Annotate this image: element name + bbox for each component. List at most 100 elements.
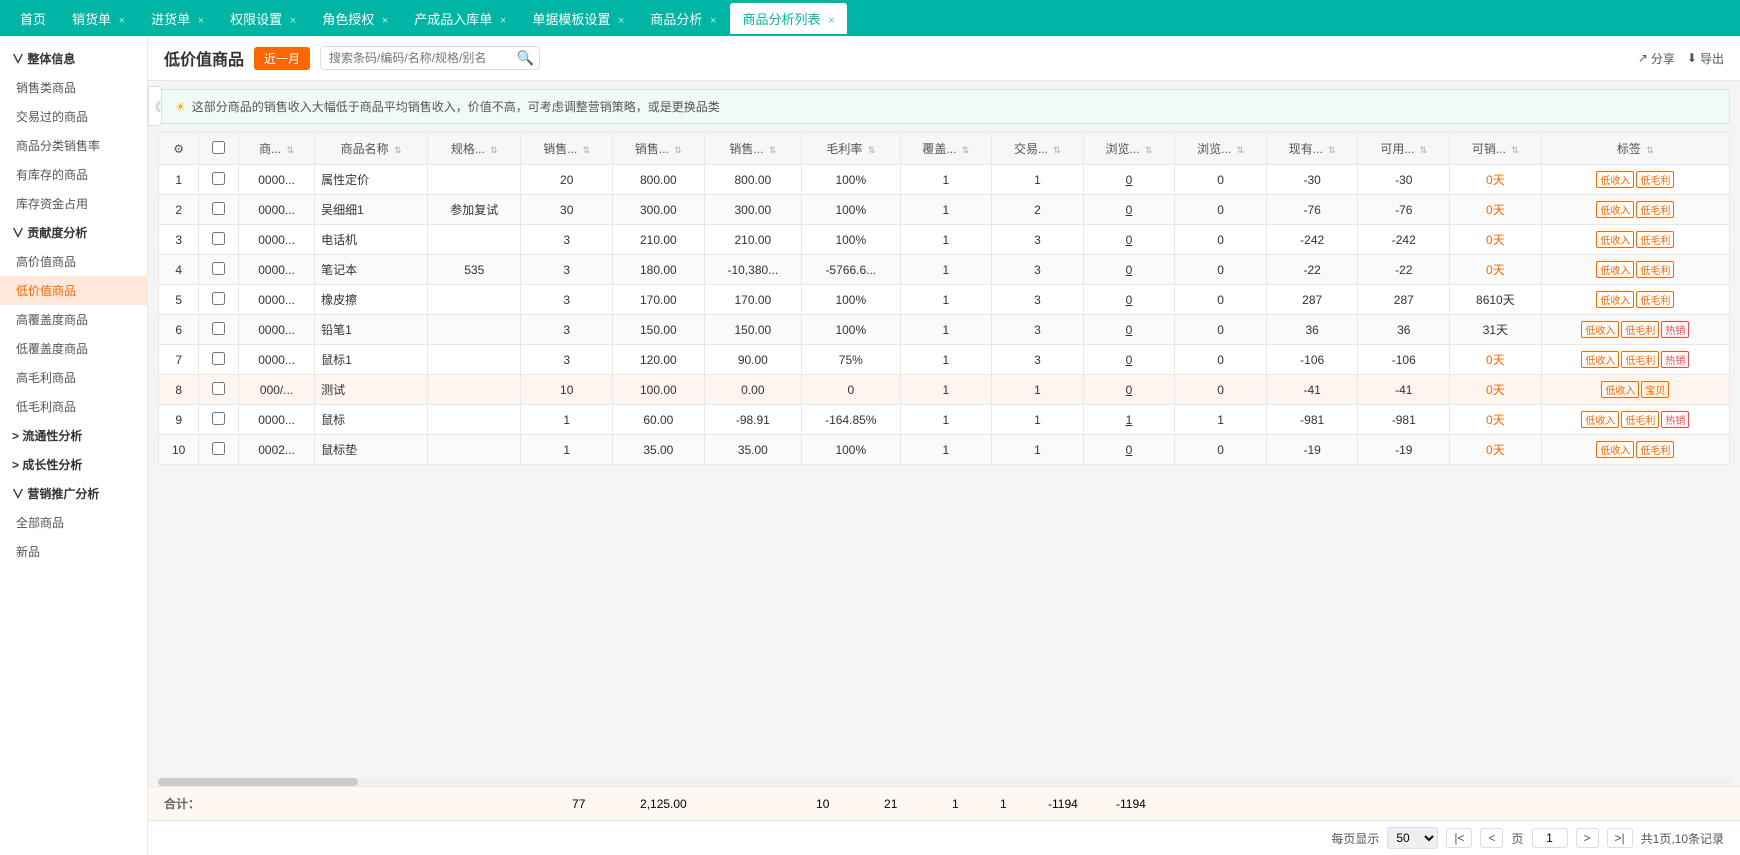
table-row: 6 0000... 铅笔1 3 150.00 150.00 100% 1 3 0… xyxy=(159,315,1730,345)
sidebar-item-inventory-capital[interactable]: 库存资金占用 xyxy=(0,189,147,218)
next-page-button[interactable]: > xyxy=(1576,828,1599,848)
row-browse1: 0 xyxy=(1083,195,1175,225)
prev-page-button[interactable]: < xyxy=(1480,828,1503,848)
col-saleable: 可销... ⇅ xyxy=(1450,133,1542,165)
row-trade: 3 xyxy=(992,255,1084,285)
row-spec: 535 xyxy=(428,255,521,285)
nav-sales-order[interactable]: 销货单 × xyxy=(60,3,137,34)
sidebar-item-high-coverage[interactable]: 高覆盖度商品 xyxy=(0,305,147,334)
row-code: 0000... xyxy=(239,285,315,315)
row-qty: 20 xyxy=(521,165,613,195)
row-browse1: 0 xyxy=(1083,165,1175,195)
sidebar-item-traded-products[interactable]: 交易过的商品 xyxy=(0,102,147,131)
row-spec: 参加复试 xyxy=(428,195,521,225)
sidebar-item-high-value[interactable]: 高价值商品 xyxy=(0,247,147,276)
sidebar-item-low-profit[interactable]: 低毛利商品 xyxy=(0,392,147,421)
total-browse2: 1 xyxy=(1000,797,1040,811)
sidebar-group-growth[interactable]: > 成长性分析 xyxy=(0,450,147,479)
row-checkbox[interactable] xyxy=(199,285,239,315)
col-checkbox[interactable] xyxy=(199,133,239,165)
page-number-input[interactable] xyxy=(1532,828,1568,848)
row-spec xyxy=(428,165,521,195)
nav-product-analysis-list[interactable]: 商品分析列表 × xyxy=(730,3,846,34)
sidebar-item-low-coverage[interactable]: 低覆盖度商品 xyxy=(0,334,147,363)
row-stock: -41 xyxy=(1266,375,1358,405)
tag-badge: 低毛利 xyxy=(1636,231,1674,248)
row-num: 5 xyxy=(159,285,199,315)
row-checkbox[interactable] xyxy=(199,435,239,465)
row-spec xyxy=(428,345,521,375)
tag-badge: 低收入 xyxy=(1596,441,1634,458)
row-checkbox[interactable] xyxy=(199,165,239,195)
row-browse1: 0 xyxy=(1083,375,1175,405)
tag-badge: 低收入 xyxy=(1596,171,1634,188)
last-page-button[interactable]: >| xyxy=(1607,828,1633,848)
row-num: 2 xyxy=(159,195,199,225)
sidebar-group-overall[interactable]: ∨ 整体信息 xyxy=(0,44,147,73)
row-tags: 低收入低毛利 xyxy=(1541,165,1729,195)
row-browse2: 0 xyxy=(1175,435,1267,465)
table-row: 1 0000... 属性定价 20 800.00 800.00 100% 1 1… xyxy=(159,165,1730,195)
period-button[interactable]: 近一月 xyxy=(254,47,310,70)
row-num: 1 xyxy=(159,165,199,195)
row-checkbox[interactable] xyxy=(199,405,239,435)
row-saleable: 0天 xyxy=(1450,195,1542,225)
search-input[interactable] xyxy=(320,46,540,70)
nav-product-analysis[interactable]: 商品分析 × xyxy=(638,3,728,34)
row-coverage: 1 xyxy=(900,345,992,375)
sidebar-item-sales-products[interactable]: 销售类商品 xyxy=(0,73,147,102)
sidebar-group-marketing[interactable]: ∨ 营销推广分析 xyxy=(0,479,147,508)
row-checkbox[interactable] xyxy=(199,315,239,345)
share-button[interactable]: ↗ 分享 xyxy=(1638,50,1675,67)
row-browse2: 0 xyxy=(1175,225,1267,255)
header-actions: ↗ 分享 ⬇ 导出 xyxy=(1638,50,1724,67)
sidebar-item-all-products[interactable]: 全部商品 xyxy=(0,508,147,537)
sidebar-item-stocked-products[interactable]: 有库存的商品 xyxy=(0,160,147,189)
per-page-select[interactable]: 50 100 200 xyxy=(1387,827,1438,849)
row-trade: 1 xyxy=(992,435,1084,465)
sidebar-item-low-value[interactable]: 低价值商品 xyxy=(0,276,147,305)
nav-role-auth[interactable]: 角色授权 × xyxy=(310,3,400,34)
sidebar-group-contribution[interactable]: ∨ 贡献度分析 xyxy=(0,218,147,247)
row-checkbox[interactable] xyxy=(199,375,239,405)
tag-badge: 低收入 xyxy=(1581,321,1619,338)
row-trade: 3 xyxy=(992,285,1084,315)
row-tags: 低收入低毛利热销 xyxy=(1541,345,1729,375)
nav-home[interactable]: 首页 xyxy=(8,3,58,34)
col-settings[interactable]: ⚙ xyxy=(159,133,199,165)
row-browse2: 1 xyxy=(1175,405,1267,435)
nav-purchase-order[interactable]: 进货单 × xyxy=(139,3,216,34)
row-stock: 287 xyxy=(1266,285,1358,315)
sidebar-item-high-profit[interactable]: 高毛利商品 xyxy=(0,363,147,392)
row-checkbox[interactable] xyxy=(199,225,239,255)
nav-permissions[interactable]: 权限设置 × xyxy=(218,3,308,34)
sidebar-item-new-products[interactable]: 新品 xyxy=(0,537,147,566)
row-browse2: 0 xyxy=(1175,375,1267,405)
col-qty: 销售... ⇅ xyxy=(521,133,613,165)
row-price: 800.00 xyxy=(613,165,705,195)
row-browse1: 0 xyxy=(1083,255,1175,285)
export-button[interactable]: ⬇ 导出 xyxy=(1687,50,1724,67)
row-name: 笔记本 xyxy=(315,255,428,285)
row-avail: 287 xyxy=(1358,285,1450,315)
row-checkbox[interactable] xyxy=(199,255,239,285)
search-icon[interactable]: 🔍 xyxy=(517,50,534,67)
table-area: ⚙ 商... ⇅ 商品名称 ⇅ 规格... ⇅ 销售... ⇅ 销售... ⇅ … xyxy=(148,124,1740,778)
row-checkbox[interactable] xyxy=(199,345,239,375)
sidebar-item-category-sales-rate[interactable]: 商品分类销售率 xyxy=(0,131,147,160)
row-checkbox[interactable] xyxy=(199,195,239,225)
total-avail: -1194 xyxy=(1116,797,1176,811)
row-coverage: 1 xyxy=(900,375,992,405)
total-qty: 77 xyxy=(572,797,632,811)
horizontal-scrollbar[interactable] xyxy=(158,778,1730,786)
tag-badge: 低收入 xyxy=(1581,411,1619,428)
row-name: 鼠标垫 xyxy=(315,435,428,465)
sidebar-group-circulation[interactable]: > 流通性分析 xyxy=(0,421,147,450)
nav-template-settings[interactable]: 单据模板设置 × xyxy=(520,3,636,34)
sidebar-collapse-button[interactable]: 《 xyxy=(148,86,162,126)
row-code: 0000... xyxy=(239,315,315,345)
row-qty: 3 xyxy=(521,255,613,285)
first-page-button[interactable]: |< xyxy=(1446,828,1472,848)
nav-product-warehousing[interactable]: 产成品入库单 × xyxy=(402,3,518,34)
select-all-checkbox[interactable] xyxy=(212,141,225,154)
